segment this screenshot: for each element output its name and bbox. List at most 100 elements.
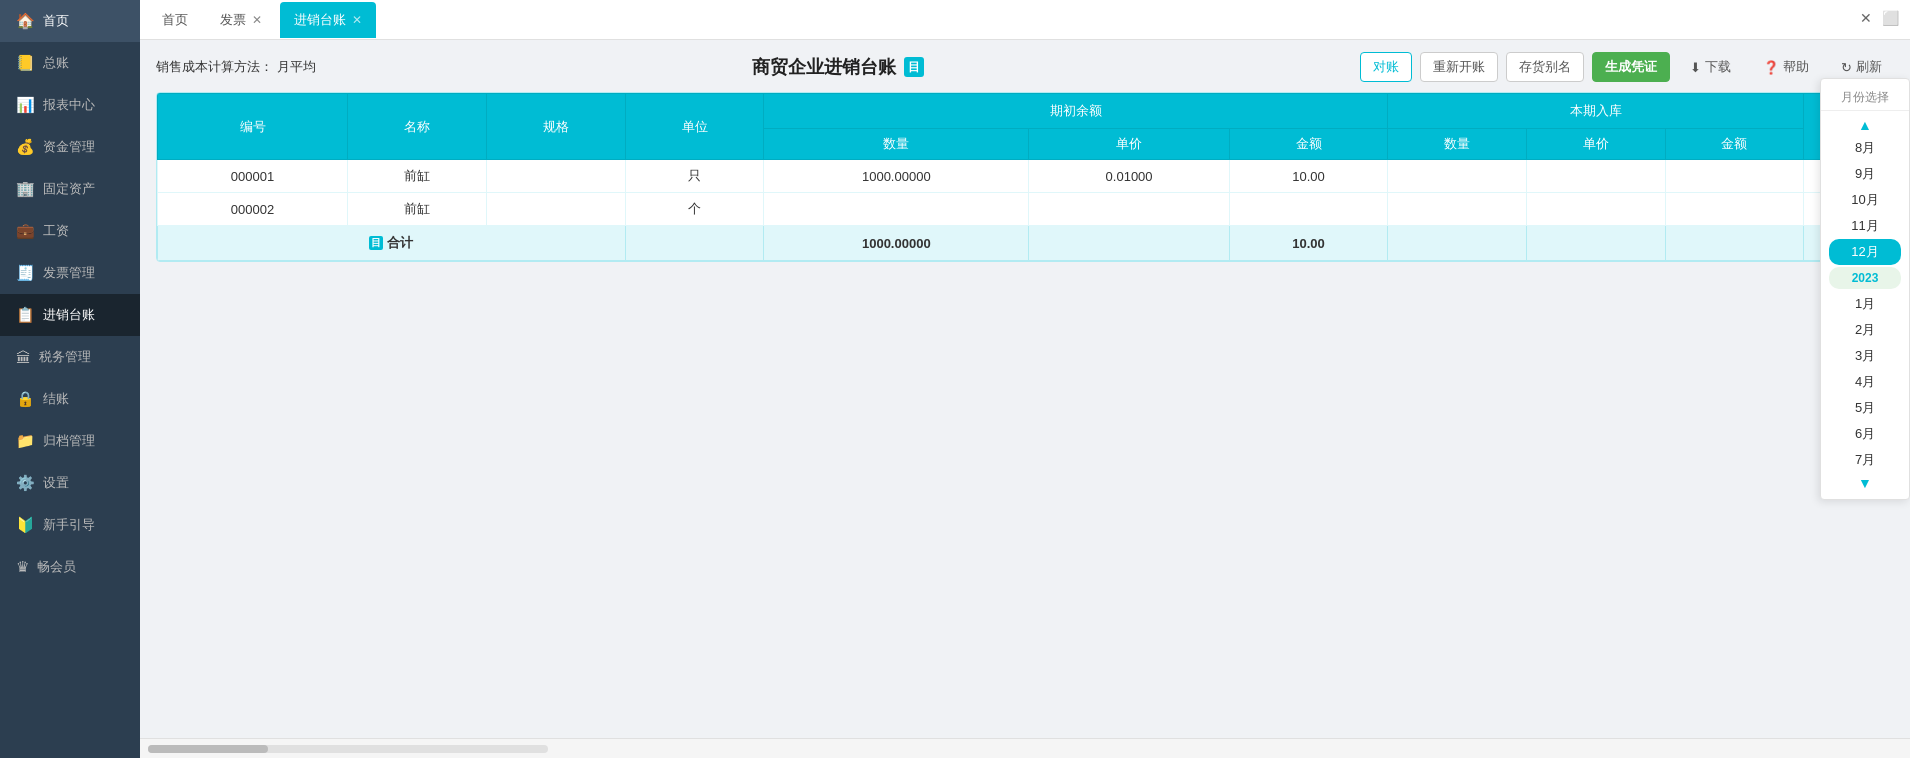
close-window-button[interactable]: ✕	[1856, 8, 1876, 28]
purchase-sales-icon: 📋	[16, 306, 35, 324]
sidebar-item-guide[interactable]: 🔰 新手引导	[0, 504, 140, 546]
sidebar-label-guide: 新手引导	[43, 516, 95, 534]
scroll-track[interactable]	[148, 745, 548, 753]
sidebar-item-archive[interactable]: 📁 归档管理	[0, 420, 140, 462]
table-row: 000002 前缸 个	[158, 193, 1893, 226]
main-table: 编号 名称 规格 单位 期初余额 本期入库 数量 单价 金额 数量 单价	[156, 92, 1894, 262]
month-2023-1[interactable]: 1月	[1821, 291, 1909, 317]
month-2022-9[interactable]: 9月	[1821, 161, 1909, 187]
sidebar: 🏠 首页 📒 总账 📊 报表中心 💰 资金管理 🏢 固定资产 💼 工资 🧾 发票…	[0, 0, 140, 758]
download-icon: ⬇	[1690, 60, 1701, 75]
col-unit: 单位	[625, 94, 764, 160]
refresh-label: 刷新	[1856, 58, 1882, 76]
total-inbound-amount	[1665, 226, 1804, 261]
generate-voucher-button[interactable]: 生成凭证	[1592, 52, 1670, 82]
row1-code: 000001	[158, 160, 348, 193]
sidebar-label-reports: 报表中心	[43, 96, 95, 114]
tab-invoice[interactable]: 发票 ✕	[206, 2, 276, 38]
sidebar-item-tax[interactable]: 🏛 税务管理	[0, 336, 140, 378]
sidebar-item-ledger[interactable]: 📒 总账	[0, 42, 140, 84]
sidebar-item-settings[interactable]: ⚙️ 设置	[0, 462, 140, 504]
month-scroll-down[interactable]: ▼	[1821, 473, 1909, 493]
sidebar-item-closing[interactable]: 🔒 结账	[0, 378, 140, 420]
row2-opening-qty	[764, 193, 1029, 226]
sidebar-item-finance[interactable]: 💰 资金管理	[0, 126, 140, 168]
row2-opening-unit-price	[1029, 193, 1230, 226]
tab-purchase-sales-close[interactable]: ✕	[352, 13, 362, 27]
total-icon: 目	[369, 236, 383, 250]
row1-opening-amount: 10.00	[1229, 160, 1387, 193]
col-current-inbound: 本期入库	[1388, 94, 1804, 129]
maximize-window-button[interactable]: ⬜	[1880, 8, 1900, 28]
help-button[interactable]: ❓ 帮助	[1751, 53, 1821, 81]
sidebar-label-closing: 结账	[43, 390, 69, 408]
month-2022-12[interactable]: 12月	[1829, 239, 1901, 265]
cost-method: 销售成本计算方法： 月平均	[156, 58, 316, 76]
col-spec: 规格	[486, 94, 625, 160]
month-2022-8[interactable]: 8月	[1821, 135, 1909, 161]
month-panel-title: 月份选择	[1821, 85, 1909, 111]
month-2023-4[interactable]: 4月	[1821, 369, 1909, 395]
month-2023-5[interactable]: 5月	[1821, 395, 1909, 421]
total-inbound-qty	[1388, 226, 1527, 261]
tab-purchase-sales-label: 进销台账	[294, 11, 346, 29]
sidebar-item-assets[interactable]: 🏢 固定资产	[0, 168, 140, 210]
tab-purchase-sales[interactable]: 进销台账 ✕	[280, 2, 376, 38]
col-opening-qty: 数量	[764, 129, 1029, 160]
row2-name: 前缸	[348, 193, 487, 226]
sidebar-item-purchase-sales[interactable]: 📋 进销台账	[0, 294, 140, 336]
sidebar-item-reports[interactable]: 📊 报表中心	[0, 84, 140, 126]
archive-icon: 📁	[16, 432, 35, 450]
tab-home[interactable]: 首页	[148, 2, 202, 38]
settings-icon: ⚙️	[16, 474, 35, 492]
table-total-row: 目 合计 1000.00000 10.00	[158, 226, 1893, 261]
month-2023-2[interactable]: 2月	[1821, 317, 1909, 343]
total-label-wrapper: 目 合计	[168, 234, 615, 252]
row1-spec	[486, 160, 625, 193]
row1-inbound-unit-price	[1526, 160, 1665, 193]
month-2022-11[interactable]: 11月	[1821, 213, 1909, 239]
row2-opening-amount	[1229, 193, 1387, 226]
sidebar-item-invoice-mgr[interactable]: 🧾 发票管理	[0, 252, 140, 294]
month-2023-6[interactable]: 6月	[1821, 421, 1909, 447]
save-alias-button[interactable]: 存货别名	[1506, 52, 1584, 82]
sidebar-label-home: 首页	[43, 12, 69, 30]
refresh-button[interactable]: ↻ 刷新	[1829, 53, 1894, 81]
sidebar-label-finance: 资金管理	[43, 138, 95, 156]
year-2023-label: 2023	[1829, 267, 1901, 289]
row2-unit: 个	[625, 193, 764, 226]
tab-invoice-close[interactable]: ✕	[252, 13, 262, 27]
table-header-row: 编号 名称 规格 单位 期初余额 本期入库	[158, 94, 1893, 129]
row2-code: 000002	[158, 193, 348, 226]
scroll-thumb[interactable]	[148, 745, 268, 753]
month-2022-10[interactable]: 10月	[1821, 187, 1909, 213]
member-icon: ♛	[16, 558, 29, 576]
content-area: 销售成本计算方法： 月平均 商贸企业进销台账 目 对账 重新开账 存货别名 生成…	[140, 40, 1910, 738]
closing-icon: 🔒	[16, 390, 35, 408]
month-2023-3[interactable]: 3月	[1821, 343, 1909, 369]
cost-method-label: 销售成本计算方法：	[156, 59, 273, 74]
top-info-bar: 销售成本计算方法： 月平均 商贸企业进销台账 目 对账 重新开账 存货别名 生成…	[156, 52, 1894, 82]
row2-inbound-amount	[1665, 193, 1804, 226]
sidebar-item-member[interactable]: ♛ 畅会员	[0, 546, 140, 588]
tab-home-label: 首页	[162, 11, 188, 29]
row2-inbound-qty	[1388, 193, 1527, 226]
col-opening-amount: 金额	[1229, 129, 1387, 160]
reports-icon: 📊	[16, 96, 35, 114]
sidebar-item-home[interactable]: 🏠 首页	[0, 0, 140, 42]
main-area: ✕ ⬜ 首页 发票 ✕ 进销台账 ✕ 销售成本计算方法： 月平均 商贸企业进销台…	[140, 0, 1910, 758]
home-icon: 🏠	[16, 12, 35, 30]
sidebar-label-assets: 固定资产	[43, 180, 95, 198]
download-button[interactable]: ⬇ 下载	[1678, 53, 1743, 81]
sidebar-label-salary: 工资	[43, 222, 69, 240]
month-2023-7[interactable]: 7月	[1821, 447, 1909, 473]
month-scroll-up[interactable]: ▲	[1821, 115, 1909, 135]
total-opening-amount: 10.00	[1229, 226, 1387, 261]
reconcile-button[interactable]: 对账	[1360, 52, 1412, 82]
reopen-button[interactable]: 重新开账	[1420, 52, 1498, 82]
sidebar-item-salary[interactable]: 💼 工资	[0, 210, 140, 252]
action-buttons: 对账 重新开账 存货别名 生成凭证 ⬇ 下载 ❓ 帮助 ↻ 刷新	[1360, 52, 1894, 82]
title-doc-icon: 目	[904, 57, 924, 77]
row1-unit: 只	[625, 160, 764, 193]
row1-inbound-amount	[1665, 160, 1804, 193]
